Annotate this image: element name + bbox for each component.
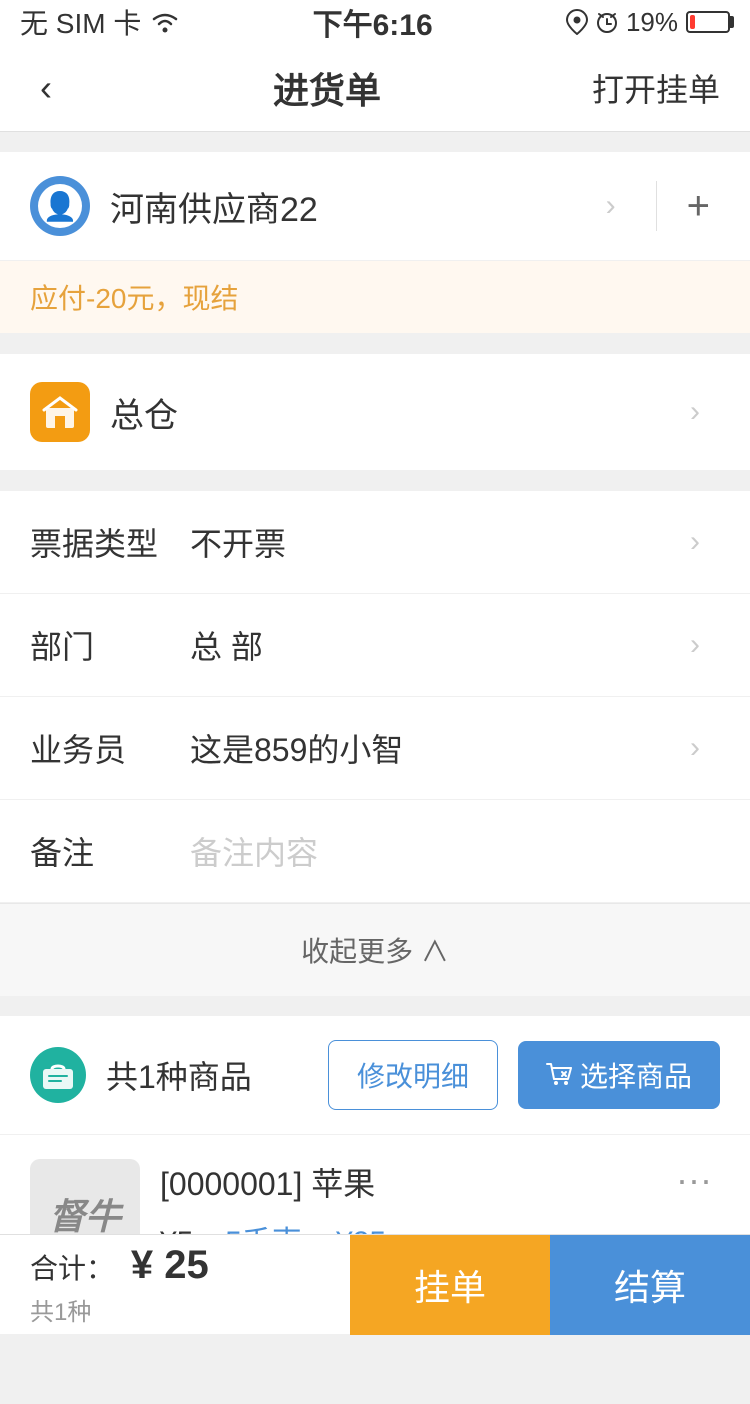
page-title: 进货单 (273, 62, 381, 114)
divider-2 (0, 334, 750, 354)
remark-input[interactable]: 备注内容 (190, 828, 720, 874)
carrier-text: 无 SIM 卡 (20, 2, 141, 42)
bottom-bar: 合计： ¥ 25 共1种 挂单 结算 (0, 1234, 750, 1334)
person-icon: 👤 (43, 190, 78, 223)
products-header: 共1种商品 修改明细 选择商品 (0, 1016, 750, 1135)
battery-fill (690, 15, 695, 29)
hang-button[interactable]: 挂单 (350, 1235, 550, 1335)
invoice-row[interactable]: 票据类型 不开票 › (0, 491, 750, 594)
divider-3 (0, 471, 750, 491)
location-icon (566, 9, 588, 35)
supplier-section: 👤 河南供应商22 › + 应付-20元，现结 (0, 152, 750, 334)
product-title: 苹果 (311, 1166, 375, 1202)
nav-bar: ‹ 进货单 打开挂单 (0, 44, 750, 132)
products-count: 共1种商品 (106, 1052, 308, 1098)
total-count: 共1种 (30, 1292, 320, 1327)
warehouse-icon (30, 382, 90, 442)
form-section: 票据类型 不开票 › 部门 总 部 › 业务员 这是859的小智 › 备注 备注… (0, 491, 750, 903)
settle-button[interactable]: 结算 (550, 1235, 750, 1335)
notice-text: 应付-20元，现结 (30, 283, 238, 314)
warehouse-chevron-icon: › (690, 395, 700, 429)
total-area: 合计： ¥ 25 共1种 (0, 1243, 350, 1327)
dept-label: 部门 (30, 622, 190, 668)
product-id: [0000001] (160, 1166, 302, 1202)
divider-v (656, 181, 657, 231)
remark-row[interactable]: 备注 备注内容 (0, 800, 750, 903)
salesman-label: 业务员 (30, 725, 190, 771)
warehouse-row[interactable]: 总仓 › (0, 354, 750, 471)
products-icon (30, 1047, 86, 1103)
status-left: 无 SIM 卡 (20, 2, 179, 42)
product-logo: 督牛 (49, 1188, 121, 1240)
status-right: 19% (566, 7, 730, 38)
dept-value: 总 部 (190, 622, 690, 668)
dept-chevron-icon: › (690, 628, 700, 662)
divider-4 (0, 996, 750, 1016)
cart-icon (546, 1063, 572, 1087)
open-hang-button[interactable]: 打开挂单 (592, 65, 720, 111)
status-time: 下午6:16 (313, 0, 433, 44)
edit-details-button[interactable]: 修改明细 (328, 1040, 498, 1110)
total-amount: ¥ 25 (131, 1243, 209, 1287)
invoice-label: 票据类型 (30, 519, 190, 565)
notice-bar: 应付-20元，现结 (0, 261, 750, 334)
supplier-row[interactable]: 👤 河南供应商22 › + (0, 152, 750, 261)
battery-icon (686, 11, 730, 33)
dept-row[interactable]: 部门 总 部 › (0, 594, 750, 697)
remark-label: 备注 (30, 828, 190, 874)
supplier-chevron-icon: › (606, 189, 616, 223)
salesman-value: 这是859的小智 (190, 725, 690, 771)
warehouse-section: 总仓 › (0, 354, 750, 471)
supplier-name: 河南供应商22 (110, 182, 606, 231)
status-bar: 无 SIM 卡 下午6:16 19% (0, 0, 750, 44)
alarm-icon (596, 10, 618, 34)
warehouse-name: 总仓 (110, 388, 690, 437)
salesman-row[interactable]: 业务员 这是859的小智 › (0, 697, 750, 800)
battery-percent: 19% (626, 7, 678, 38)
select-product-button[interactable]: 选择商品 (518, 1041, 720, 1109)
select-product-label: 选择商品 (580, 1055, 692, 1095)
collapse-button[interactable]: 收起更多 ∧ (0, 903, 750, 996)
divider-1 (0, 132, 750, 152)
invoice-chevron-icon: › (690, 525, 700, 559)
product-name: [0000001] 苹果 (160, 1159, 648, 1205)
add-supplier-button[interactable]: + (677, 184, 720, 229)
salesman-chevron-icon: › (690, 731, 700, 765)
total-label: 合计： (30, 1253, 114, 1284)
product-more-button[interactable]: ··· (668, 1159, 720, 1201)
supplier-avatar: 👤 (30, 176, 90, 236)
back-button[interactable]: ‹ (30, 57, 62, 119)
wifi-icon (151, 11, 179, 33)
invoice-value: 不开票 (190, 519, 690, 565)
